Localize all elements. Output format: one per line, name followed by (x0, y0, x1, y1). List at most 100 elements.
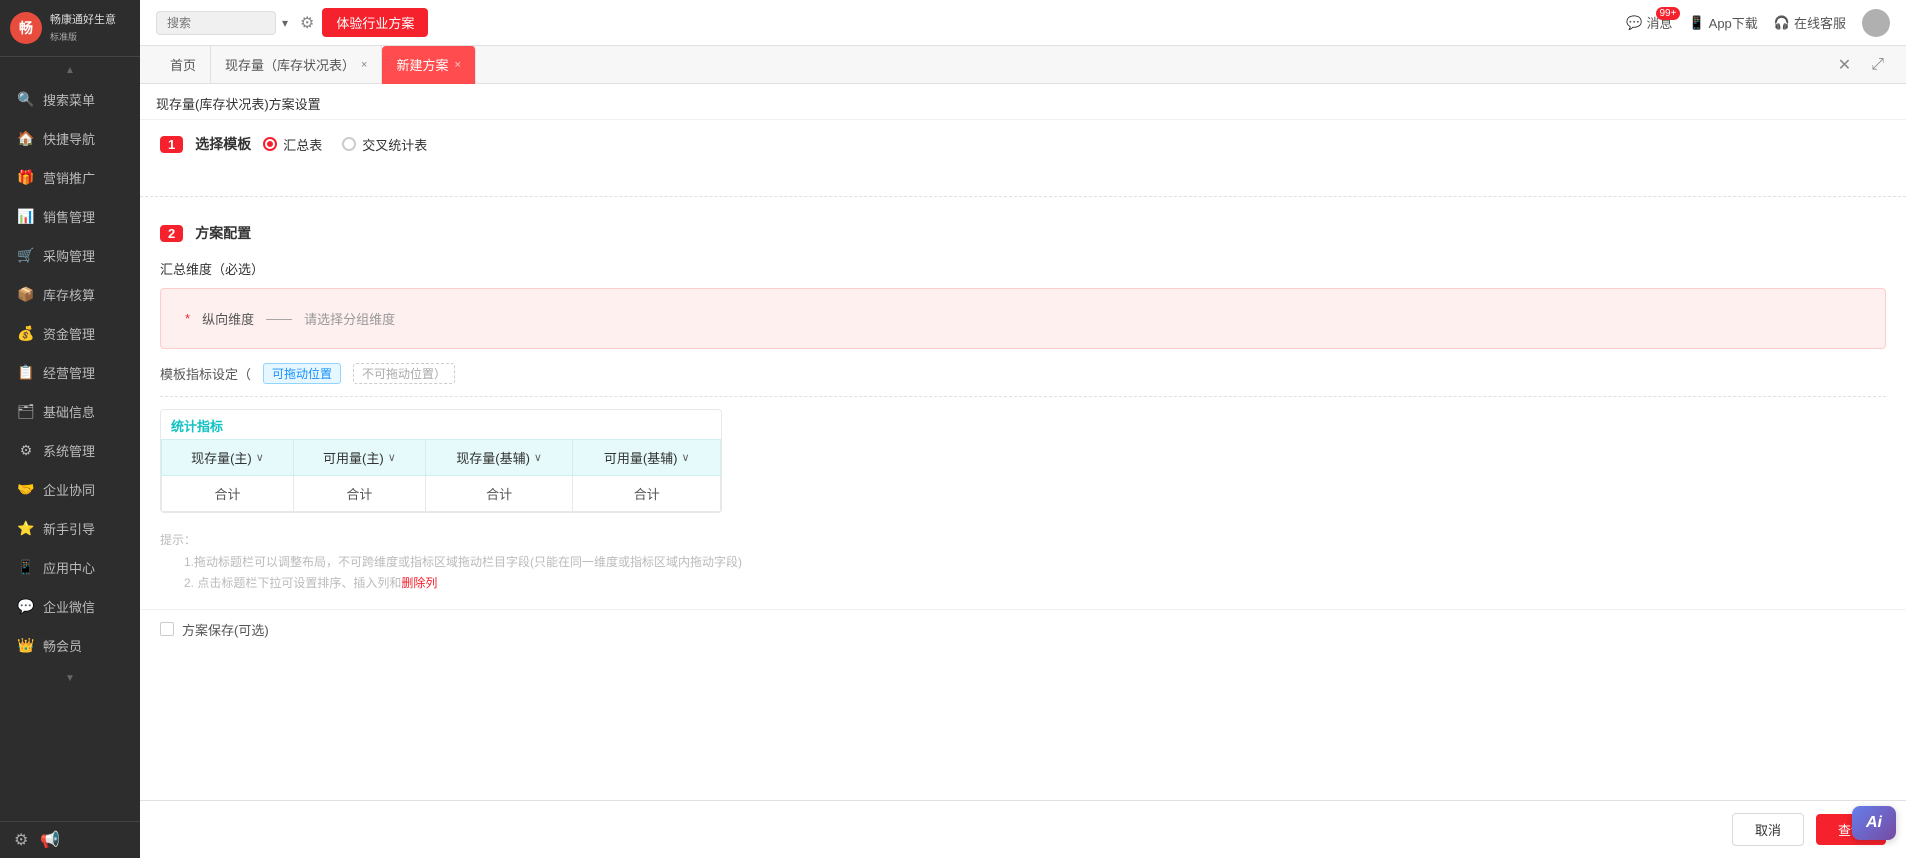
experience-button[interactable]: 体验行业方案 (322, 8, 428, 37)
headset-icon: 🎧 (1774, 15, 1790, 31)
th-available-aux-label: 可用量(基辅) (604, 448, 678, 467)
step2-section: 2 方案配置 汇总维度（必选） * 纵向维度 —— 请选择分组维度 模板指标设定… (140, 209, 1906, 609)
sidebar-item-operation[interactable]: 📋 经营管理 (0, 353, 140, 392)
user-avatar[interactable] (1862, 9, 1890, 37)
online-service-button[interactable]: 🎧 在线客服 (1774, 13, 1846, 32)
search-icon: 🔍 (17, 91, 35, 109)
sidebar-item-marketing[interactable]: 🎁 营销推广 (0, 158, 140, 197)
sidebar-item-newbie[interactable]: ⭐ 新手引导 (0, 509, 140, 548)
sidebar-item-search[interactable]: 🔍 搜索菜单 (0, 80, 140, 119)
app-download-label: App下载 (1709, 13, 1758, 32)
tab-expand-button[interactable]: ⤢ (1865, 54, 1890, 76)
th-stock-main[interactable]: 现存量(主) ∨ (162, 440, 294, 476)
stats-section-label: 统计指标 (161, 410, 721, 439)
sidebar: 畅 畅康通好生意 标准版 ▲ 🔍 搜索菜单 🏠 快捷导航 🎁 营销推广 📊 销售… (0, 0, 140, 858)
th-stock-main-chevron: ∨ (256, 451, 264, 464)
cell-0-3: 合计 (573, 476, 721, 512)
stats-table-area: 统计指标 现存量(主) ∨ 可用量 (160, 409, 722, 513)
topbar-left: ▾ ⚙ 体验行业方案 (156, 8, 1614, 37)
sidebar-item-basic[interactable]: 🗂 基础信息 (0, 392, 140, 431)
required-mark: * (185, 311, 190, 326)
template-radio-group: 汇总表 交叉统计表 (263, 135, 427, 154)
page-title: 现存量(库存状况表)方案设置 (156, 97, 321, 112)
th-stock-aux-label: 现存量(基辅) (456, 448, 530, 467)
logo-text-block: 畅康通好生意 标准版 (50, 13, 116, 42)
sidebar-scroll: ▲ 🔍 搜索菜单 🏠 快捷导航 🎁 营销推广 📊 销售管理 🛒 采购管理 📦 库… (0, 57, 140, 821)
indicator-settings-label: 模板指标设定（ (160, 364, 251, 383)
sidebar-item-member[interactable]: 👑 畅会员 (0, 626, 140, 665)
message-button[interactable]: 💬 消息 99+ (1626, 13, 1672, 32)
sidebar-item-label-inventory: 库存核算 (43, 285, 95, 304)
dimension-selector-area[interactable]: * 纵向维度 —— 请选择分组维度 (160, 288, 1886, 349)
app-download-button[interactable]: 📱 App下载 (1688, 13, 1757, 32)
tab-close-button[interactable]: ✕ (1832, 53, 1857, 77)
sidebar-item-cooperation[interactable]: 🤝 企业协同 (0, 470, 140, 509)
th-available-main-label: 可用量(主) (323, 448, 384, 467)
main-wrapper: ▾ ⚙ 体验行业方案 💬 消息 99+ 📱 App下载 🎧 在线客服 (140, 0, 1906, 858)
page-header: 现存量(库存状况表)方案设置 (140, 84, 1906, 120)
sidebar-bottom: ⚙ 📢 (0, 821, 140, 858)
app-name: 畅康通好生意 (50, 13, 116, 27)
th-available-main-chevron: ∨ (388, 451, 396, 464)
tab-inventory-label: 现存量（库存状况表） (225, 55, 355, 74)
chat-icon: 💬 (17, 598, 35, 616)
cancel-button[interactable]: 取消 (1732, 813, 1804, 846)
chart-icon: 📊 (17, 208, 35, 226)
sidebar-item-system[interactable]: ⚙ 系统管理 (0, 431, 140, 470)
th-stock-aux[interactable]: 现存量(基辅) ∨ (425, 440, 573, 476)
radio-summary-dot (263, 137, 277, 151)
sidebar-scroll-down[interactable]: ▼ (0, 665, 140, 688)
sidebar-item-finance[interactable]: 💰 资金管理 (0, 314, 140, 353)
step1-badge: 1 (160, 136, 183, 153)
step2-title: 方案配置 (195, 223, 251, 243)
tab-inventory-close[interactable]: × (361, 59, 367, 71)
sidebar-item-label-finance: 资金管理 (43, 324, 95, 343)
tab-home-label: 首页 (170, 55, 196, 74)
sidebar-item-wechat[interactable]: 💬 企业微信 (0, 587, 140, 626)
radio-summary[interactable]: 汇总表 (263, 135, 322, 154)
sidebar-item-shortcut[interactable]: 🏠 快捷导航 (0, 119, 140, 158)
save-option-row: 方案保存(可选) (140, 609, 1906, 649)
radio-cross-dot (342, 137, 356, 151)
save-checkbox[interactable] (160, 622, 174, 636)
avatar-circle (1862, 9, 1890, 37)
th-available-aux[interactable]: 可用量(基辅) ∨ (573, 440, 721, 476)
settings-bottom-icon[interactable]: ⚙ (14, 830, 28, 850)
star-icon: ⭐ (17, 520, 35, 538)
tips-label: 提示： (160, 530, 1886, 552)
sidebar-scroll-up[interactable]: ▲ (0, 57, 140, 80)
sidebar-item-appstore[interactable]: 📱 应用中心 (0, 548, 140, 587)
sidebar-item-inventory[interactable]: 📦 库存核算 (0, 275, 140, 314)
tab-new-scheme-close[interactable]: × (454, 59, 460, 71)
sidebar-item-label-operation: 经营管理 (43, 363, 95, 382)
summary-dim-label: 汇总维度（必选） (160, 259, 1886, 278)
th-stock-main-label: 现存量(主) (191, 448, 252, 467)
sound-icon[interactable]: 📢 (40, 830, 60, 850)
dimension-selector-inner: * 纵向维度 —— 请选择分组维度 (185, 309, 1861, 328)
tab-inventory-status[interactable]: 现存量（库存状况表） × (211, 46, 382, 84)
radio-cross-label: 交叉统计表 (362, 135, 427, 154)
radio-cross[interactable]: 交叉统计表 (342, 135, 427, 154)
tab-new-scheme[interactable]: 新建方案 × (382, 46, 475, 84)
sidebar-item-label-cooperation: 企业协同 (43, 480, 95, 499)
th-available-main[interactable]: 可用量(主) ∨ (293, 440, 425, 476)
tip-2-highlight: 删除列 (401, 576, 437, 590)
topbar-search-area: ▾ (156, 11, 288, 35)
sidebar-item-sales[interactable]: 📊 销售管理 (0, 197, 140, 236)
sidebar-logo: 畅 畅康通好生意 标准版 (0, 0, 140, 57)
step2-row: 2 方案配置 (160, 223, 1886, 243)
money-icon: 💰 (17, 325, 35, 343)
ai-badge[interactable]: Ai (1852, 806, 1896, 840)
content-area: 现存量(库存状况表)方案设置 1 选择模板 汇总表 交叉统计表 (140, 84, 1906, 800)
sidebar-item-label-basic: 基础信息 (43, 402, 95, 421)
home-icon: 🏠 (17, 130, 35, 148)
topbar-dropdown-icon[interactable]: ▾ (282, 16, 288, 30)
folder-icon: 🗂 (17, 403, 35, 421)
sidebar-item-purchase[interactable]: 🛒 采购管理 (0, 236, 140, 275)
clipboard-icon: 📋 (17, 364, 35, 382)
tab-home[interactable]: 首页 (156, 46, 211, 84)
topbar-settings-icon[interactable]: ⚙ (300, 13, 314, 33)
topbar-search-input[interactable] (156, 11, 276, 35)
tab-bar: 首页 现存量（库存状况表） × 新建方案 × ✕ ⤢ (140, 46, 1906, 84)
cell-0-2: 合计 (425, 476, 573, 512)
